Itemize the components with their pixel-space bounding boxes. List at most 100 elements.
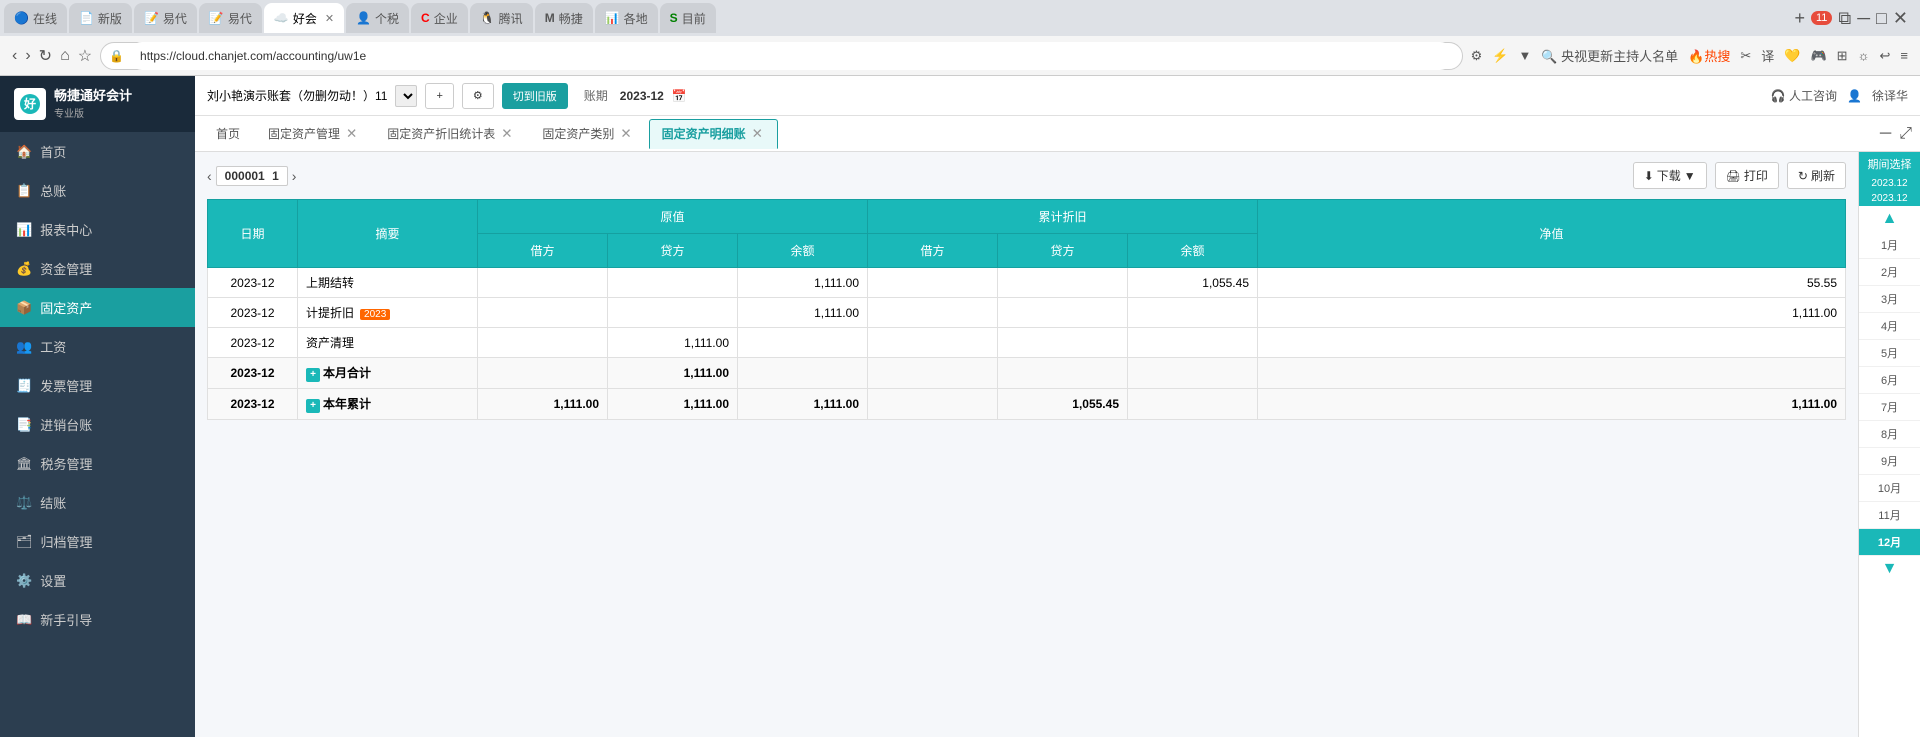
- browser-tab-enterprise[interactable]: C 企业: [411, 3, 468, 33]
- period-month-10[interactable]: 10月: [1859, 475, 1920, 502]
- browser-tab-tencent[interactable]: 🐧 腾讯: [470, 3, 533, 33]
- tab-asset-detail-ledger[interactable]: 固定资产明细账 ✕: [649, 119, 778, 149]
- scroll-down-icon[interactable]: ▼: [1859, 556, 1920, 582]
- period-month-4[interactable]: 4月: [1859, 313, 1920, 340]
- extensions-icon[interactable]: ⚙: [1471, 48, 1483, 64]
- table-row: 1,055.45: [1128, 268, 1258, 298]
- switch-old-version-button[interactable]: 切到旧版: [502, 83, 568, 109]
- period-value: 2023-12: [620, 89, 664, 103]
- period-month-8[interactable]: 8月: [1859, 421, 1920, 448]
- customer-service-btn[interactable]: 🎧 人工咨询: [1771, 87, 1837, 104]
- browser-tab-new[interactable]: 📄 新版: [69, 3, 132, 33]
- add-account-button[interactable]: +: [425, 83, 453, 109]
- home-button[interactable]: ⌂: [60, 47, 70, 65]
- settings-btn[interactable]: ⚙: [462, 83, 494, 109]
- table-row: [998, 298, 1128, 328]
- close-tab-depreciation-stats[interactable]: ✕: [499, 126, 514, 142]
- minimize-panel-button[interactable]: ─: [1880, 125, 1891, 143]
- th-summary: 摘要: [298, 200, 478, 268]
- guide-icon: 📖: [16, 612, 32, 628]
- sidebar-label-fixed-assets: 固定资产: [40, 298, 92, 317]
- restore-window-icon[interactable]: ⧉: [1838, 8, 1851, 29]
- browser-tab-yidai1[interactable]: 📝 易代: [134, 3, 197, 33]
- expand-panel-button[interactable]: ⤢: [1899, 125, 1912, 143]
- sidebar-item-archive[interactable]: 🗂 归档管理: [0, 522, 195, 561]
- forward-button[interactable]: ›: [25, 47, 30, 65]
- next-page-button[interactable]: ›: [292, 168, 297, 184]
- sidebar-item-general-ledger[interactable]: 📋 总账: [0, 171, 195, 210]
- period-month-6[interactable]: 6月: [1859, 367, 1920, 394]
- sidebar-item-reports[interactable]: 📊 报表中心: [0, 210, 195, 249]
- download-button[interactable]: ⬇ 下载 ▼: [1633, 162, 1707, 189]
- table-row: 1,111.00: [738, 298, 868, 328]
- prev-page-button[interactable]: ‹: [207, 168, 212, 184]
- period-month-7[interactable]: 7月: [1859, 394, 1920, 421]
- browser-tab-geshui[interactable]: 👤 个税: [346, 3, 409, 33]
- close-tab-fixed-assets-mgmt[interactable]: ✕: [344, 126, 359, 142]
- reload-button[interactable]: ↻: [39, 46, 52, 66]
- add-tab-icon[interactable]: +: [1794, 8, 1805, 29]
- payroll-icon: 👥: [16, 339, 32, 355]
- close-tab-haohui-icon[interactable]: ✕: [325, 12, 334, 25]
- sidebar-label-general-ledger: 总账: [40, 181, 66, 200]
- sidebar-item-funds[interactable]: 💰 资金管理: [0, 249, 195, 288]
- brightness-icon[interactable]: ☼: [1858, 48, 1870, 63]
- funds-icon: 💰: [16, 261, 32, 277]
- calendar-icon[interactable]: 📅: [672, 89, 687, 103]
- tab-home[interactable]: 首页: [203, 119, 253, 149]
- period-month-9[interactable]: 9月: [1859, 448, 1920, 475]
- browser-tab-online[interactable]: 🔵 在线: [4, 3, 67, 33]
- period-month-2[interactable]: 2月: [1859, 259, 1920, 286]
- hot-search-icon: 🔥热搜: [1688, 46, 1730, 65]
- game-icon[interactable]: 🎮: [1810, 48, 1826, 64]
- close-period-icon: ⚖️: [16, 495, 32, 511]
- browser-tab-muqian[interactable]: S 目前: [660, 3, 716, 33]
- sidebar-item-tax[interactable]: 🏛 税务管理: [0, 444, 195, 483]
- period-month-11[interactable]: 11月: [1859, 502, 1920, 529]
- browser-tab-haohui[interactable]: ☁️ 好会 ✕: [264, 3, 344, 33]
- sidebar-item-home[interactable]: 🏠 首页: [0, 132, 195, 171]
- period-month-3[interactable]: 3月: [1859, 286, 1920, 313]
- menu-icon[interactable]: ≡: [1900, 48, 1908, 63]
- print-button[interactable]: 🖨 打印: [1715, 162, 1779, 189]
- sidebar-item-invoice[interactable]: 🧾 发票管理: [0, 366, 195, 405]
- period-month-5[interactable]: 5月: [1859, 340, 1920, 367]
- browser-tab-yidai2[interactable]: 📝 易代: [199, 3, 262, 33]
- tab-fixed-assets-mgmt[interactable]: 固定资产管理 ✕: [255, 119, 372, 149]
- sidebar-item-settings[interactable]: ⚙️ 设置: [0, 561, 195, 600]
- lightning-icon[interactable]: ⚡: [1492, 48, 1508, 64]
- content-area: ‹ 000001 1 › ⬇ 下载 ▼: [195, 152, 1920, 737]
- maximize-icon[interactable]: □: [1876, 8, 1887, 29]
- browser-tab-gedi[interactable]: 📊 各地: [595, 3, 658, 33]
- grid-icon[interactable]: ⊞: [1837, 48, 1848, 64]
- wallet-icon[interactable]: 💛: [1784, 48, 1800, 64]
- period-month-12[interactable]: 12月: [1859, 529, 1920, 556]
- bookmark-button[interactable]: ☆: [78, 46, 92, 66]
- close-tab-asset-detail-ledger[interactable]: ✕: [750, 126, 765, 142]
- sidebar-item-close-period[interactable]: ⚖️ 结账: [0, 483, 195, 522]
- account-code: 000001 1: [216, 166, 288, 186]
- refresh-button[interactable]: ↻ 刷新: [1787, 162, 1846, 189]
- sidebar-item-purchase-sales[interactable]: 📑 进销台账: [0, 405, 195, 444]
- scroll-up-icon[interactable]: ▲: [1859, 206, 1920, 232]
- sidebar-item-guide[interactable]: 📖 新手引导: [0, 600, 195, 639]
- tab-asset-category[interactable]: 固定资产类别 ✕: [529, 119, 646, 149]
- sidebar-label-invoice: 发票管理: [40, 376, 92, 395]
- close-window-icon[interactable]: ✕: [1893, 8, 1908, 29]
- dropdown-icon[interactable]: ▼: [1519, 48, 1532, 63]
- back-button[interactable]: ‹: [12, 47, 17, 65]
- minimize-icon[interactable]: ─: [1857, 8, 1870, 29]
- translate-icon[interactable]: 译: [1761, 46, 1774, 65]
- sidebar: 好 畅捷通好会计 专业版 🏠 首页 📋 总账 📊 报表中心 💰: [0, 76, 195, 737]
- sidebar-item-payroll[interactable]: 👥 工资: [0, 327, 195, 366]
- tab-count-badge: 11: [1811, 11, 1832, 25]
- browser-tab-changjie[interactable]: M 畅捷: [535, 3, 593, 33]
- sidebar-item-fixed-assets[interactable]: 📦 固定资产: [0, 288, 195, 327]
- account-selector[interactable]: [395, 85, 417, 107]
- tab-depreciation-stats[interactable]: 固定资产折旧统计表 ✕: [374, 119, 527, 149]
- period-month-1[interactable]: 1月: [1859, 232, 1920, 259]
- scissors-icon[interactable]: ✂: [1740, 48, 1751, 64]
- close-tab-asset-category[interactable]: ✕: [618, 126, 633, 142]
- address-bar-input[interactable]: [128, 42, 1454, 70]
- undo-icon[interactable]: ↩: [1880, 48, 1891, 64]
